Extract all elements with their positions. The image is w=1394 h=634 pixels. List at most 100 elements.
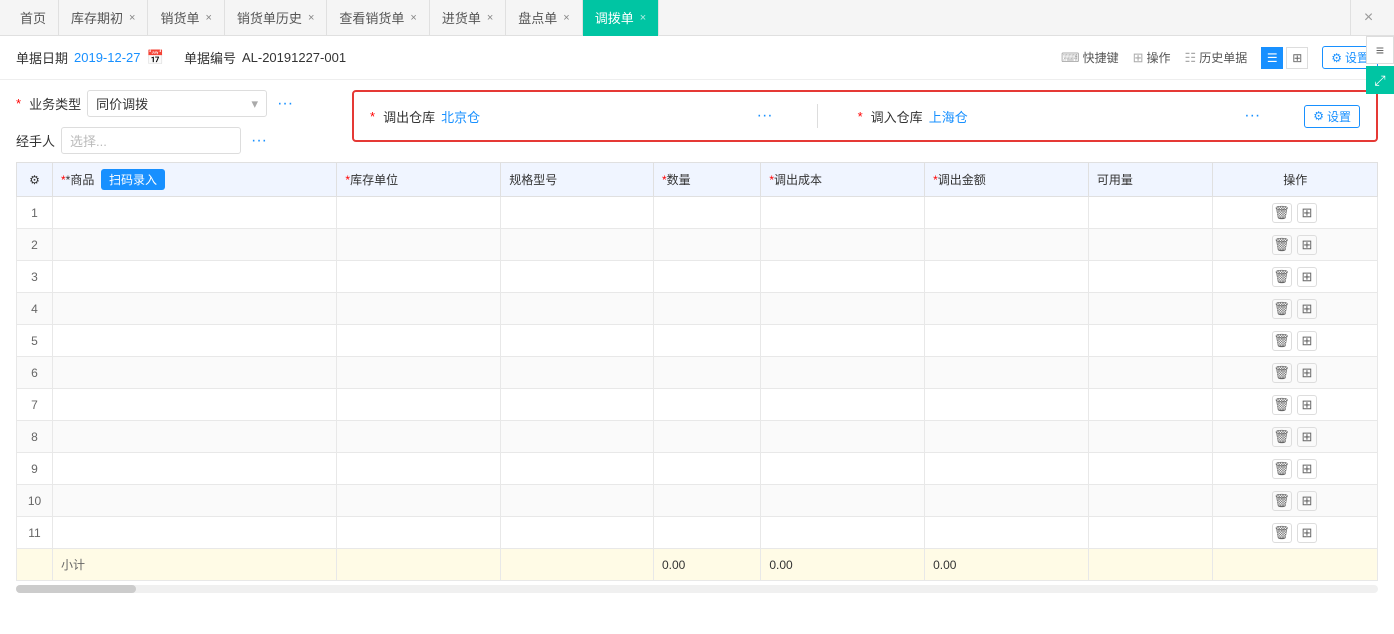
row-amount-1[interactable] [925, 197, 1089, 229]
copy-icon-10[interactable]: ⊞ [1297, 491, 1317, 511]
row-amount-10[interactable] [925, 485, 1089, 517]
row-product-7[interactable] [53, 389, 337, 421]
delete-icon-9[interactable]: 🗑 [1272, 459, 1292, 479]
delete-icon-10[interactable]: 🗑 [1272, 491, 1292, 511]
row-cost-7[interactable] [761, 389, 925, 421]
row-amount-5[interactable] [925, 325, 1089, 357]
row-spec-9[interactable] [501, 453, 654, 485]
row-unit-4[interactable] [337, 293, 501, 325]
row-qty-5[interactable] [653, 325, 760, 357]
copy-icon-8[interactable]: ⊞ [1297, 427, 1317, 447]
row-spec-7[interactable] [501, 389, 654, 421]
row-qty-7[interactable] [653, 389, 760, 421]
row-cost-8[interactable] [761, 421, 925, 453]
row-qty-10[interactable] [653, 485, 760, 517]
row-unit-6[interactable] [337, 357, 501, 389]
row-amount-8[interactable] [925, 421, 1089, 453]
row-qty-6[interactable] [653, 357, 760, 389]
shortcut-button[interactable]: ⌨ 快捷键 [1061, 49, 1119, 66]
row-cost-3[interactable] [761, 261, 925, 293]
row-unit-5[interactable] [337, 325, 501, 357]
row-unit-10[interactable] [337, 485, 501, 517]
warehouse-settings-button[interactable]: ⚙ 设置 [1304, 105, 1360, 128]
copy-icon-1[interactable]: ⊞ [1297, 203, 1317, 223]
copy-icon-7[interactable]: ⊞ [1297, 395, 1317, 415]
row-spec-10[interactable] [501, 485, 654, 517]
row-unit-7[interactable] [337, 389, 501, 421]
biz-type-ellipsis-button[interactable]: ··· [273, 95, 297, 113]
row-cost-6[interactable] [761, 357, 925, 389]
scrollbar-thumb[interactable] [16, 585, 136, 593]
row-amount-6[interactable] [925, 357, 1089, 389]
row-spec-4[interactable] [501, 293, 654, 325]
tab-home[interactable]: 首页 [8, 0, 59, 36]
row-unit-11[interactable] [337, 517, 501, 549]
tab-close-purchase[interactable]: × [487, 12, 493, 24]
delete-icon-11[interactable]: 🗑 [1272, 523, 1292, 543]
row-cost-5[interactable] [761, 325, 925, 357]
row-spec-6[interactable] [501, 357, 654, 389]
row-unit-2[interactable] [337, 229, 501, 261]
row-amount-4[interactable] [925, 293, 1089, 325]
tab-close-view-sales[interactable]: × [410, 12, 416, 24]
row-product-3[interactable] [53, 261, 337, 293]
copy-icon-2[interactable]: ⊞ [1297, 235, 1317, 255]
row-cost-1[interactable] [761, 197, 925, 229]
warehouse-out-ellipsis-button[interactable]: ··· [753, 107, 777, 125]
warehouse-in-value[interactable]: 上海仓 [929, 107, 1009, 126]
delete-icon-1[interactable]: 🗑 [1272, 203, 1292, 223]
delete-icon-3[interactable]: 🗑 [1272, 267, 1292, 287]
row-product-8[interactable] [53, 421, 337, 453]
tab-close-sales-history[interactable]: × [308, 12, 314, 24]
tab-inventory-init[interactable]: 库存期初 × [59, 0, 148, 36]
layout-list-icon[interactable]: ☰ [1261, 47, 1283, 69]
row-amount-9[interactable] [925, 453, 1089, 485]
handler-ellipsis-button[interactable]: ··· [247, 132, 271, 150]
row-spec-5[interactable] [501, 325, 654, 357]
warehouse-out-value[interactable]: 北京仓 [441, 107, 521, 126]
biz-type-select[interactable]: 同价调拨 ▾ [87, 90, 267, 117]
tab-inventory-check[interactable]: 盘点单 × [506, 0, 582, 36]
row-spec-3[interactable] [501, 261, 654, 293]
row-cost-4[interactable] [761, 293, 925, 325]
copy-icon-9[interactable]: ⊞ [1297, 459, 1317, 479]
row-spec-2[interactable] [501, 229, 654, 261]
tab-transfer[interactable]: 调拨单 × [583, 0, 659, 36]
delete-icon-7[interactable]: 🗑 [1272, 395, 1292, 415]
row-cost-9[interactable] [761, 453, 925, 485]
row-qty-9[interactable] [653, 453, 760, 485]
row-product-9[interactable] [53, 453, 337, 485]
tab-sales-history[interactable]: 销货单历史 × [225, 0, 327, 36]
delete-icon-8[interactable]: 🗑 [1272, 427, 1292, 447]
row-product-2[interactable] [53, 229, 337, 261]
row-qty-3[interactable] [653, 261, 760, 293]
right-expand-button[interactable]: ⤢ [1366, 66, 1394, 94]
row-cost-2[interactable] [761, 229, 925, 261]
row-amount-7[interactable] [925, 389, 1089, 421]
horizontal-scrollbar[interactable] [16, 585, 1378, 593]
row-cost-11[interactable] [761, 517, 925, 549]
row-spec-11[interactable] [501, 517, 654, 549]
tab-close-inventory-init[interactable]: × [129, 12, 135, 24]
copy-icon-4[interactable]: ⊞ [1297, 299, 1317, 319]
handler-input[interactable]: 选择... [61, 127, 241, 154]
layout-grid-icon[interactable]: ⊞ [1286, 47, 1308, 69]
row-qty-1[interactable] [653, 197, 760, 229]
row-cost-10[interactable] [761, 485, 925, 517]
copy-icon-11[interactable]: ⊞ [1297, 523, 1317, 543]
tab-sales-order[interactable]: 销货单 × [148, 0, 224, 36]
th-gear[interactable]: ⚙ [17, 163, 53, 197]
row-unit-3[interactable] [337, 261, 501, 293]
row-spec-1[interactable] [501, 197, 654, 229]
row-amount-11[interactable] [925, 517, 1089, 549]
row-qty-11[interactable] [653, 517, 760, 549]
row-amount-3[interactable] [925, 261, 1089, 293]
copy-icon-6[interactable]: ⊞ [1297, 363, 1317, 383]
operate-button[interactable]: ⊞ 操作 [1133, 49, 1171, 66]
tab-close-inventory-check[interactable]: × [563, 12, 569, 24]
delete-icon-5[interactable]: 🗑 [1272, 331, 1292, 351]
warehouse-in-ellipsis-button[interactable]: ··· [1240, 107, 1264, 125]
tab-purchase[interactable]: 进货单 × [430, 0, 506, 36]
global-close-button[interactable]: × [1350, 0, 1386, 36]
copy-icon-3[interactable]: ⊞ [1297, 267, 1317, 287]
